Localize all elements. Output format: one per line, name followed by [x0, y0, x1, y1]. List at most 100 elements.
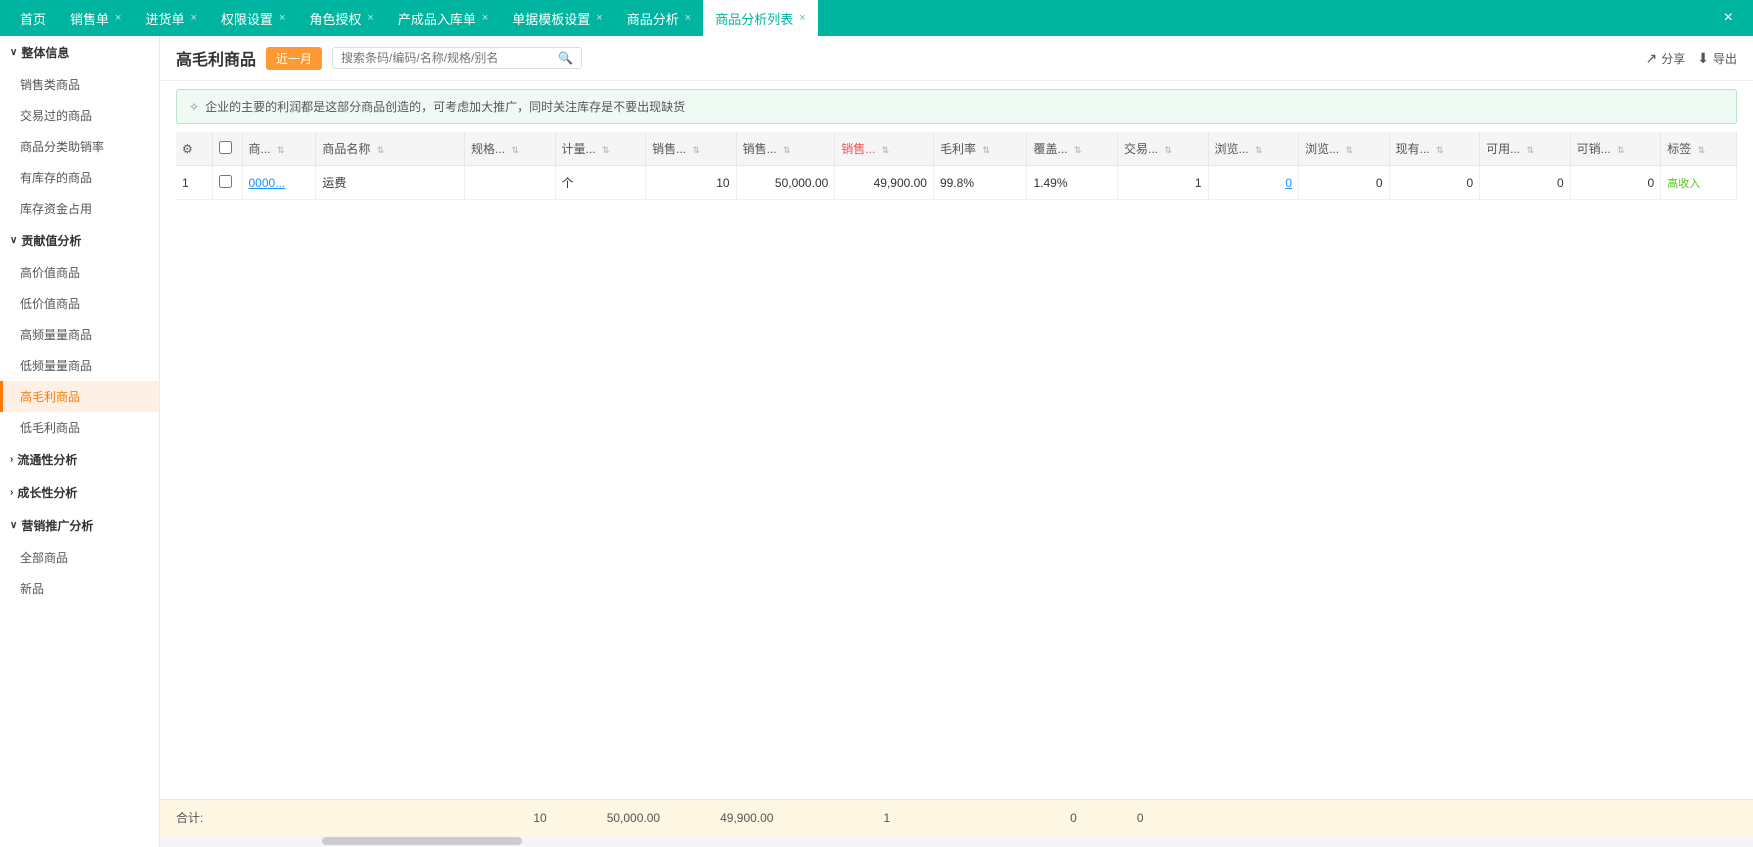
table-header-row: ⚙ 商... ⇅ 商品名称 ⇅ — [176, 132, 1737, 166]
sidebar-item-low-margin[interactable]: 低毛利商品 — [0, 412, 159, 443]
row-select-checkbox[interactable] — [219, 175, 232, 188]
export-button[interactable]: ⬇ 导出 — [1697, 50, 1737, 67]
sort-current-icon: ⇅ — [1436, 145, 1444, 155]
close-permissions-tab[interactable]: × — [279, 12, 285, 24]
col-name[interactable]: 商品名称 ⇅ — [316, 132, 465, 166]
nav-purchase[interactable]: 进货单 × — [133, 0, 208, 36]
close-roles-tab[interactable]: × — [367, 12, 373, 24]
row-name: 运费 — [316, 166, 465, 200]
row-profit: 49,900.00 — [835, 166, 934, 200]
close-sales-tab[interactable]: × — [115, 12, 121, 24]
filter-period-button[interactable]: 近一月 — [266, 47, 322, 70]
sidebar-group-growth[interactable]: › 成长性分析 — [0, 476, 159, 509]
footer-qty: 10 — [533, 811, 546, 825]
col-spec[interactable]: 规格... ⇅ — [465, 132, 556, 166]
horizontal-scrollbar[interactable] — [160, 835, 1753, 847]
col-available[interactable]: 可用... ⇅ — [1480, 132, 1571, 166]
sidebar-item-high-freq[interactable]: 高频量量商品 — [0, 319, 159, 350]
footer-available: 0 — [1137, 811, 1144, 825]
top-nav: 首页 销售单 × 进货单 × 权限设置 × 角色授权 × 产成品入库单 × 单据… — [0, 0, 1753, 36]
nav-warehouse[interactable]: 产成品入库单 × — [386, 0, 500, 36]
share-icon: ↗ — [1646, 50, 1658, 67]
sort-tag-icon: ⇅ — [1698, 145, 1706, 155]
col-tx-count[interactable]: 交易... ⇅ — [1118, 132, 1209, 166]
col-browse2[interactable]: 浏览... ⇅ — [1299, 132, 1390, 166]
select-all-checkbox[interactable] — [219, 141, 232, 154]
search-box: 🔍 — [332, 47, 582, 69]
sidebar-item-sales-goods[interactable]: 销售类商品 — [0, 69, 159, 100]
sidebar-group-liquidity[interactable]: › 流通性分析 — [0, 443, 159, 476]
nav-analysis[interactable]: 商品分析 × — [615, 0, 703, 36]
col-unit[interactable]: 计量... ⇅ — [555, 132, 646, 166]
sidebar-item-category-rate[interactable]: 商品分类助销率 — [0, 131, 159, 162]
col-gross-rate[interactable]: 毛利率 ⇅ — [933, 132, 1027, 166]
info-icon: ✧ — [189, 100, 199, 114]
sidebar-item-in-stock[interactable]: 有库存的商品 — [0, 162, 159, 193]
footer-amount: 50,000.00 — [607, 811, 660, 825]
col-profit[interactable]: 销售... ⇅ — [835, 132, 934, 166]
scrollbar-thumb[interactable] — [322, 837, 522, 845]
row-browse1[interactable]: 0 — [1208, 166, 1299, 200]
sidebar-item-low-value[interactable]: 低价值商品 — [0, 288, 159, 319]
footer-total: 合计: 10 50,000.00 49,900.00 1 0 0 — [160, 799, 1753, 835]
close-analysis-list-tab[interactable]: × — [799, 12, 805, 24]
search-input[interactable] — [341, 51, 554, 65]
sort-spec-icon: ⇅ — [511, 145, 519, 155]
col-saleable[interactable]: 可销... ⇅ — [1570, 132, 1661, 166]
close-template-tab[interactable]: × — [596, 12, 602, 24]
table-row: 1 0000... 运费 个 10 50,000.00 49,900.00 99… — [176, 166, 1737, 200]
col-coverage[interactable]: 覆盖... ⇅ — [1027, 132, 1118, 166]
sidebar-group-overall[interactable]: ∨ 整体信息 — [0, 36, 159, 69]
sort-available-icon: ⇅ — [1527, 145, 1535, 155]
sidebar-group-marketing[interactable]: ∨ 营销推广分析 — [0, 509, 159, 542]
sort-code-icon: ⇅ — [277, 145, 285, 155]
row-qty: 10 — [646, 166, 737, 200]
info-banner: ✧ 企业的主要的利润都是这部分商品创造的，可考虑加大推广，同时关注库存是不要出现… — [176, 89, 1737, 124]
row-code[interactable]: 0000... — [242, 166, 316, 200]
window-close-button[interactable]: × — [1712, 0, 1745, 36]
nav-roles[interactable]: 角色授权 × — [297, 0, 385, 36]
sidebar-item-high-value[interactable]: 高价值商品 — [0, 257, 159, 288]
main-layout: ∨ 整体信息 销售类商品 交易过的商品 商品分类助销率 有库存的商品 库存资金占… — [0, 36, 1753, 847]
col-amount[interactable]: 销售... ⇅ — [736, 132, 835, 166]
sort-gross-rate-icon: ⇅ — [982, 145, 990, 155]
row-index: 1 — [176, 166, 212, 200]
col-settings[interactable]: ⚙ — [176, 132, 212, 166]
col-code[interactable]: 商... ⇅ — [242, 132, 316, 166]
close-analysis-tab[interactable]: × — [685, 12, 691, 24]
row-current: 0 — [1389, 166, 1480, 200]
col-current[interactable]: 现有... ⇅ — [1389, 132, 1480, 166]
sidebar-item-all-goods[interactable]: 全部商品 — [0, 542, 159, 573]
sidebar-item-stock-capital[interactable]: 库存资金占用 — [0, 193, 159, 224]
sort-qty-icon: ⇅ — [692, 145, 700, 155]
nav-analysis-list[interactable]: 商品分析列表 × — [703, 0, 817, 36]
nav-permissions[interactable]: 权限设置 × — [209, 0, 297, 36]
share-button[interactable]: ↗ 分享 — [1646, 50, 1686, 67]
close-warehouse-tab[interactable]: × — [482, 12, 488, 24]
col-browse1[interactable]: 浏览... ⇅ — [1208, 132, 1299, 166]
sort-coverage-icon: ⇅ — [1074, 145, 1082, 155]
sidebar-item-low-freq[interactable]: 低频量量商品 — [0, 350, 159, 381]
sidebar: ∨ 整体信息 销售类商品 交易过的商品 商品分类助销率 有库存的商品 库存资金占… — [0, 36, 160, 847]
sidebar-item-new-goods[interactable]: 新品 — [0, 573, 159, 604]
nav-home[interactable]: 首页 — [8, 0, 58, 36]
close-purchase-tab[interactable]: × — [190, 12, 196, 24]
row-amount: 50,000.00 — [736, 166, 835, 200]
col-qty[interactable]: 销售... ⇅ — [646, 132, 737, 166]
search-icon[interactable]: 🔍 — [558, 51, 573, 65]
arrow-contribution: ∨ — [10, 235, 17, 246]
sidebar-item-high-margin[interactable]: 高毛利商品 — [0, 381, 159, 412]
arrow-marketing: ∨ — [10, 520, 17, 531]
sort-saleable-icon: ⇅ — [1617, 145, 1625, 155]
sidebar-group-contribution[interactable]: ∨ 贡献值分析 — [0, 224, 159, 257]
nav-sales[interactable]: 销售单 × — [58, 0, 133, 36]
row-saleable: 0 — [1570, 166, 1661, 200]
col-tag[interactable]: 标签 ⇅ — [1661, 132, 1737, 166]
nav-template[interactable]: 单据模板设置 × — [500, 0, 614, 36]
col-checkbox — [212, 132, 242, 166]
arrow-growth: › — [10, 487, 13, 498]
sidebar-item-traded-goods[interactable]: 交易过的商品 — [0, 100, 159, 131]
content-header: 高毛利商品 近一月 🔍 ↗ 分享 ⬇ 导出 — [160, 36, 1753, 81]
data-table: ⚙ 商... ⇅ 商品名称 ⇅ — [176, 132, 1737, 200]
row-coverage: 1.49% — [1027, 166, 1118, 200]
